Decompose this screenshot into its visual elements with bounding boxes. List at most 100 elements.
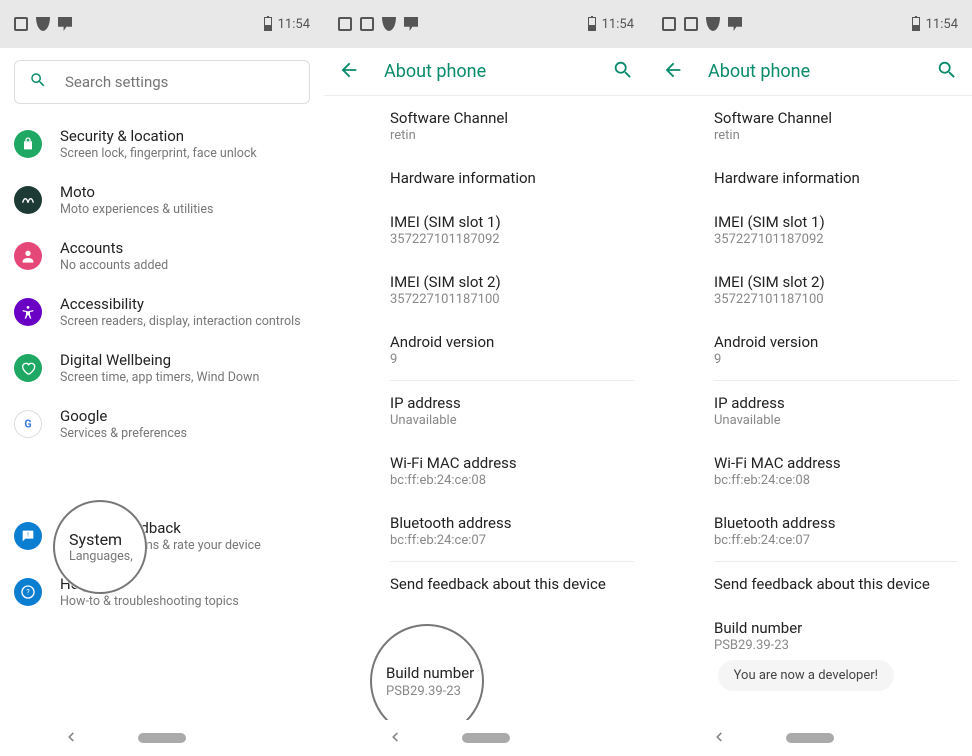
- search-button[interactable]: [936, 59, 958, 85]
- info-label: Software Channel: [714, 109, 958, 127]
- setting-title: Google: [60, 407, 187, 425]
- info-label: IMEI (SIM slot 2): [714, 273, 958, 291]
- setting-row-security-location[interactable]: Security & locationScreen lock, fingerpr…: [14, 116, 324, 172]
- setting-row-moto[interactable]: MotoMoto experiences & utilities: [14, 172, 324, 228]
- wellbeing-icon: [14, 354, 42, 382]
- info-label: Wi-Fi MAC address: [390, 454, 634, 472]
- nav-home-pill[interactable]: [138, 733, 186, 743]
- sms-icon: [728, 17, 742, 31]
- info-row-imei-sim-slot-2-[interactable]: IMEI (SIM slot 2)357227101187100: [714, 260, 958, 320]
- highlight-sub: Languages,: [69, 549, 145, 564]
- info-row-bluetooth-address[interactable]: Bluetooth addressbc:ff:eb:24:ce:07: [714, 501, 958, 561]
- about-phone-panel: 11:54 About phone Software Channelretin H…: [324, 0, 648, 720]
- info-label: Hardware information: [390, 169, 634, 187]
- setting-row-accessibility[interactable]: AccessibilityScreen readers, display, in…: [14, 284, 324, 340]
- info-label: Android version: [714, 333, 958, 351]
- moto-icon: [14, 186, 42, 214]
- status-bar: 11:54: [648, 0, 972, 48]
- app-bar-title: About phone: [708, 61, 912, 82]
- info-row-bluetooth-address[interactable]: Bluetooth addressbc:ff:eb:24:ce:07: [390, 501, 634, 561]
- battery-icon: [588, 17, 596, 31]
- setting-title: Accessibility: [60, 295, 301, 313]
- setting-row-accounts[interactable]: AccountsNo accounts added: [14, 228, 324, 284]
- navigation-bar: [0, 720, 972, 756]
- app-bar: About phone: [324, 48, 648, 96]
- nav-back-button[interactable]: [712, 729, 726, 748]
- info-row-wi-fi-mac-address[interactable]: Wi-Fi MAC addressbc:ff:eb:24:ce:08: [714, 441, 958, 501]
- info-value: 9: [714, 352, 958, 367]
- shield-icon: [706, 17, 720, 31]
- screenshot-icon: [14, 17, 28, 31]
- settings-panel: 11:54 Security & locationScreen lock, fi…: [0, 0, 324, 720]
- info-label: Bluetooth address: [390, 514, 634, 532]
- feedback-icon: !: [14, 522, 42, 550]
- search-icon: [29, 71, 47, 93]
- sms-icon: [404, 17, 418, 31]
- info-row-build-number[interactable]: Build numberPSB29.39-23: [714, 606, 958, 666]
- info-value: 9: [390, 352, 634, 367]
- search-input[interactable]: [65, 73, 295, 91]
- setting-title: Moto: [60, 183, 213, 201]
- info-label: Android version: [390, 333, 634, 351]
- highlight-title: System: [69, 530, 145, 549]
- search-settings-box[interactable]: [14, 60, 310, 104]
- info-row-imei-sim-slot-2-[interactable]: IMEI (SIM slot 2)357227101187100: [390, 260, 634, 320]
- app-bar-title: About phone: [384, 61, 588, 82]
- nav-home-pill[interactable]: [786, 733, 834, 743]
- setting-title: Digital Wellbeing: [60, 351, 259, 369]
- info-row-android-version[interactable]: Android version9: [714, 320, 958, 380]
- sms-icon: [58, 17, 72, 31]
- info-label: IMEI (SIM slot 1): [390, 213, 634, 231]
- highlight-label: Build number: [386, 664, 482, 682]
- info-row-hardware-information[interactable]: Hardware information: [390, 156, 634, 200]
- highlight-value: PSB29.39-23: [386, 684, 482, 699]
- back-button[interactable]: [662, 59, 684, 85]
- setting-title: Accounts: [60, 239, 168, 257]
- setting-row-google[interactable]: GGoogleServices & preferences: [14, 396, 324, 452]
- info-label: Bluetooth address: [714, 514, 958, 532]
- nav-back-button[interactable]: [64, 729, 78, 748]
- a11y-icon: [14, 298, 42, 326]
- info-value: retin: [714, 128, 958, 143]
- info-row-software-channel[interactable]: Software Channelretin: [714, 96, 958, 156]
- info-label: IMEI (SIM slot 1): [714, 213, 958, 231]
- setting-subtitle: Services & preferences: [60, 426, 187, 441]
- screenshot-icon: [662, 17, 676, 31]
- battery-icon: [912, 17, 920, 31]
- screenshot-icon: [338, 17, 352, 31]
- info-row-send-feedback-about-this-device[interactable]: Send feedback about this device: [390, 561, 634, 606]
- setting-row-digital-wellbeing[interactable]: Digital WellbeingScreen time, app timers…: [14, 340, 324, 396]
- info-row-send-feedback-about-this-device[interactable]: Send feedback about this device: [714, 561, 958, 606]
- info-row-android-version[interactable]: Android version9: [390, 320, 634, 380]
- nav-home-pill[interactable]: [462, 733, 510, 743]
- setting-subtitle: How-to & troubleshooting topics: [60, 594, 239, 609]
- info-label: IP address: [390, 394, 634, 412]
- info-row-ip-address[interactable]: IP addressUnavailable: [390, 380, 634, 441]
- info-row-imei-sim-slot-1-[interactable]: IMEI (SIM slot 1)357227101187092: [390, 200, 634, 260]
- info-row-ip-address[interactable]: IP addressUnavailable: [714, 380, 958, 441]
- search-button[interactable]: [612, 59, 634, 85]
- setting-subtitle: Screen readers, display, interaction con…: [60, 314, 301, 329]
- info-label: Build number: [714, 619, 958, 637]
- info-value: 357227101187092: [714, 232, 958, 247]
- nav-back-button[interactable]: [388, 729, 402, 748]
- info-value: 357227101187100: [714, 292, 958, 307]
- info-row-imei-sim-slot-1-[interactable]: IMEI (SIM slot 1)357227101187092: [714, 200, 958, 260]
- info-value: Unavailable: [714, 413, 958, 428]
- info-label: Software Channel: [390, 109, 634, 127]
- info-value: PSB29.39-23: [714, 638, 958, 653]
- info-row-software-channel[interactable]: Software Channelretin: [390, 96, 634, 156]
- info-label: Send feedback about this device: [714, 575, 958, 593]
- back-button[interactable]: [338, 59, 360, 85]
- info-value: 357227101187100: [390, 292, 634, 307]
- info-label: Send feedback about this device: [390, 575, 634, 593]
- lock-icon: [14, 130, 42, 158]
- status-time: 11:54: [602, 17, 634, 32]
- status-time: 11:54: [926, 17, 958, 32]
- info-row-hardware-information[interactable]: Hardware information: [714, 156, 958, 200]
- info-label: Hardware information: [714, 169, 958, 187]
- setting-subtitle: No accounts added: [60, 258, 168, 273]
- info-label: Wi-Fi MAC address: [714, 454, 958, 472]
- about-phone-panel-toast: 11:54 About phone Software Channelretin H…: [648, 0, 972, 720]
- info-row-wi-fi-mac-address[interactable]: Wi-Fi MAC addressbc:ff:eb:24:ce:08: [390, 441, 634, 501]
